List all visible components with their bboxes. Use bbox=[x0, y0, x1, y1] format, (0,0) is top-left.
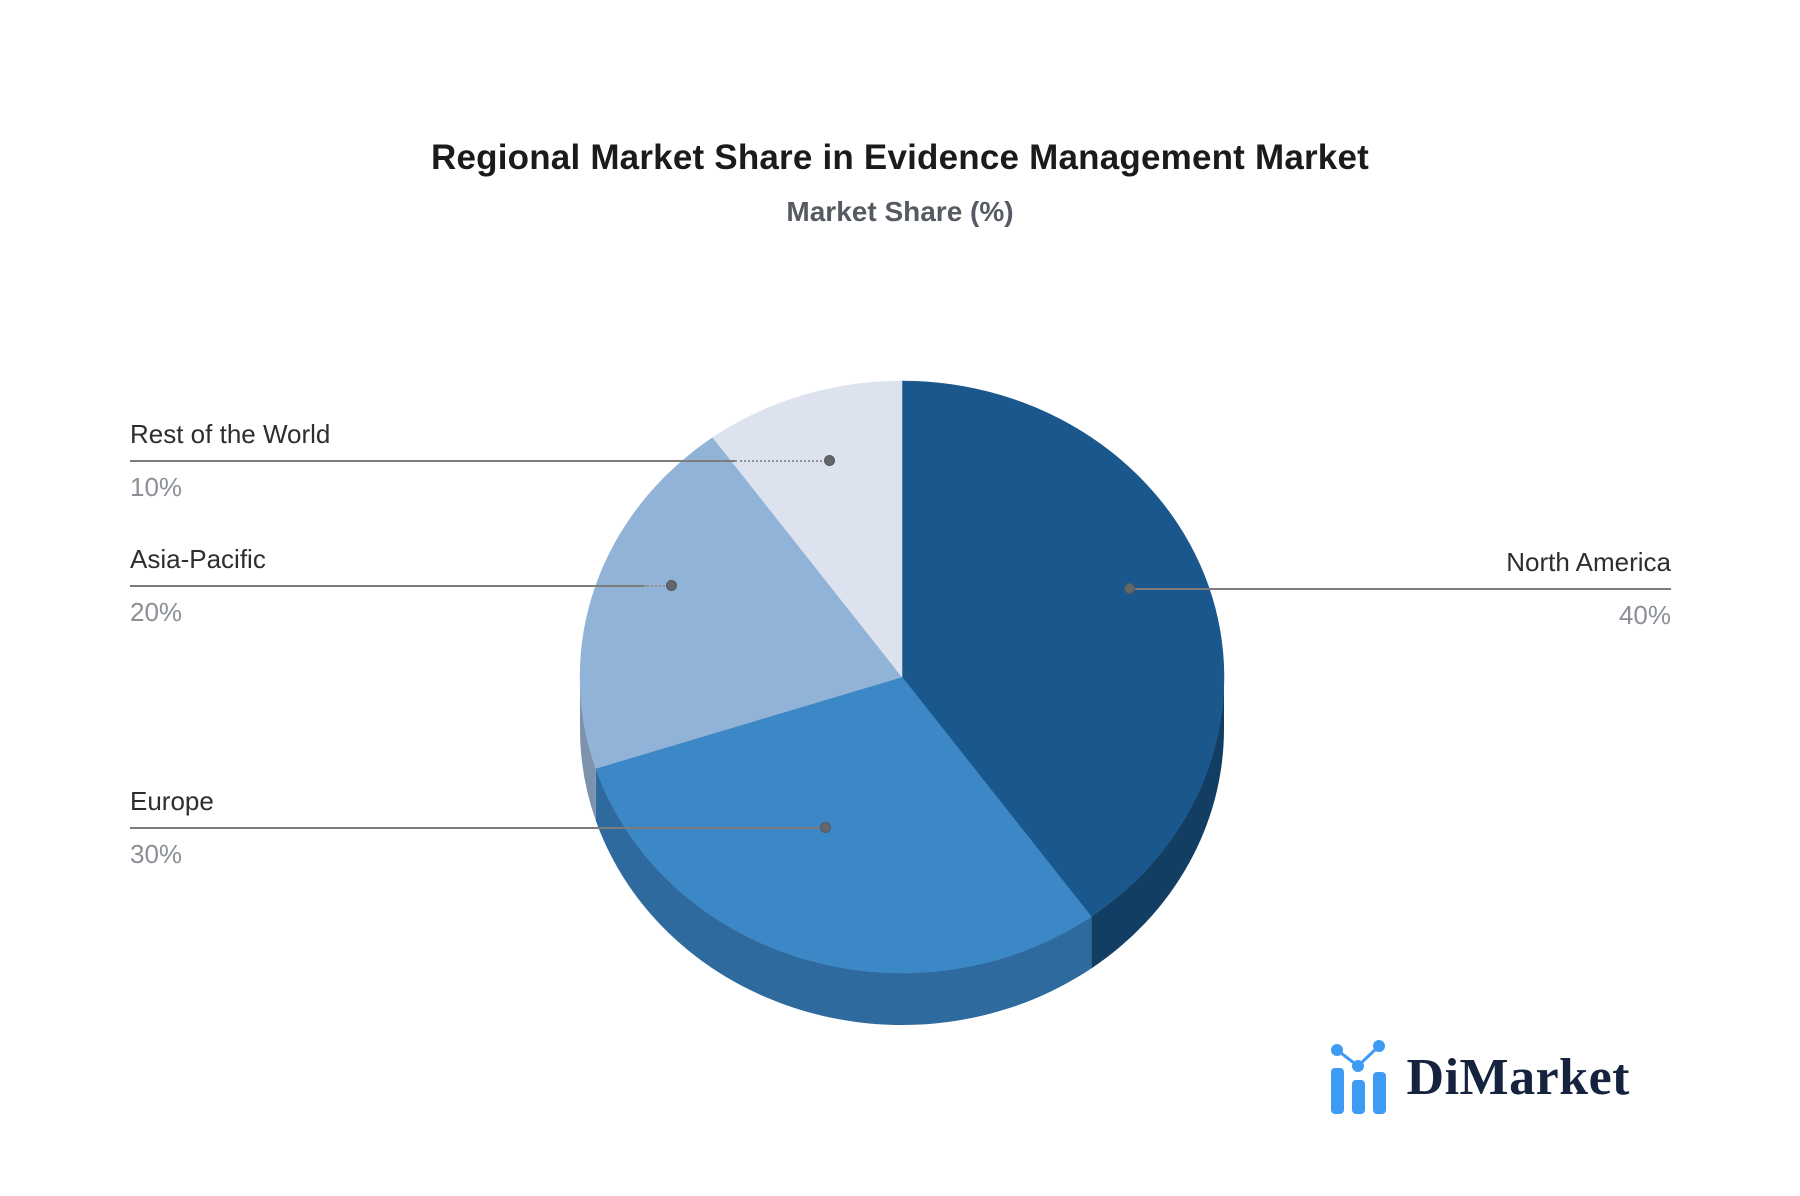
leader-line bbox=[130, 460, 735, 462]
slice-percent: 20% bbox=[130, 597, 183, 627]
slice-label: Europe bbox=[130, 786, 214, 816]
slice-percent: 10% bbox=[130, 472, 183, 502]
pie-chart bbox=[579, 380, 1225, 1025]
slice-label: Asia-Pacific bbox=[130, 544, 266, 574]
leader-line bbox=[130, 827, 826, 829]
leader-dot bbox=[666, 580, 677, 591]
leader-dot bbox=[1124, 583, 1135, 594]
leader-line bbox=[1129, 588, 1671, 590]
leader-line bbox=[130, 585, 644, 587]
slice-percent: 40% bbox=[1618, 600, 1671, 630]
slice-label: North America bbox=[1506, 547, 1671, 577]
bar-line-chart-logo-icon bbox=[1330, 1040, 1386, 1114]
leader-dot bbox=[820, 822, 831, 833]
leader-line-dotted bbox=[735, 460, 830, 462]
leader-dot bbox=[824, 455, 835, 466]
brand-name: DiMarket bbox=[1406, 1049, 1630, 1106]
brand-logo: DiMarket bbox=[1329, 1040, 1630, 1116]
slice-label: Rest of the World bbox=[130, 419, 331, 449]
slice-percent: 30% bbox=[130, 839, 183, 869]
